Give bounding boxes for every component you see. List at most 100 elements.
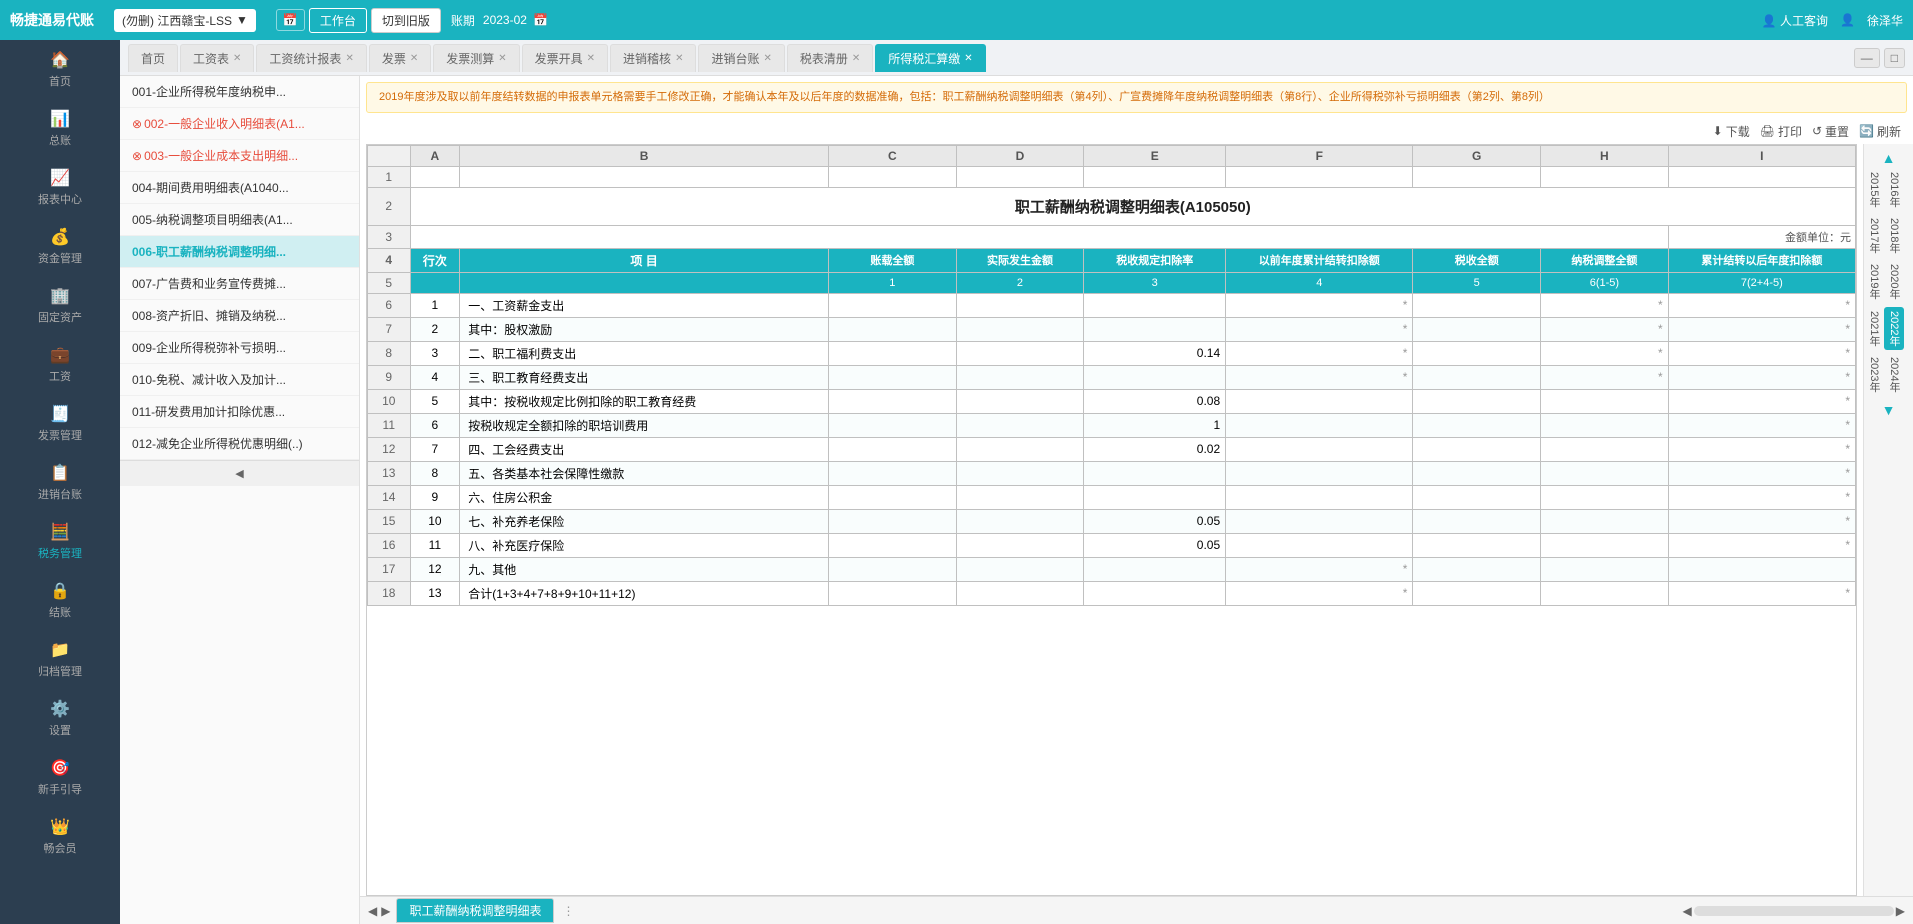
sub-sidebar-item-004[interactable]: 004-期间费用明细表(A1040... [120, 172, 359, 204]
cell-d1[interactable] [956, 166, 1084, 187]
cell-item-2[interactable]: 其中：股权激励 [460, 317, 829, 341]
cell-d5[interactable] [956, 389, 1084, 413]
cell-h8[interactable] [1541, 461, 1669, 485]
tab-close-invoice_open[interactable]: ✕ [587, 53, 595, 64]
cell-line-7[interactable]: 7 [410, 437, 460, 461]
cell-line-8[interactable]: 8 [410, 461, 460, 485]
cell-h11[interactable] [1541, 533, 1669, 557]
year-nav-item-2016[interactable]: 2016年 [1884, 168, 1904, 211]
sheet-container[interactable]: A B C D E F G H I [366, 144, 1857, 897]
cell-e1[interactable] [1084, 293, 1226, 317]
download-button[interactable]: ⬇ 下载 [1713, 123, 1750, 140]
sheet-next-btn[interactable]: ▶ [381, 904, 390, 918]
cell-i2[interactable]: * [1668, 317, 1855, 341]
cell-g1[interactable] [1413, 293, 1541, 317]
cell-g7[interactable] [1413, 437, 1541, 461]
sub-sidebar-item-005[interactable]: 005-纳税调整项目明细表(A1... [120, 204, 359, 236]
cell-d4[interactable] [956, 365, 1084, 389]
sub-sidebar-item-002[interactable]: ⊗002-一般企业收入明细表(A1... [120, 108, 359, 140]
sidebar-item-fixed_assets[interactable]: 🏢固定资产 [0, 276, 120, 335]
tab-tax_clear[interactable]: 税表清册✕ [787, 44, 873, 72]
cell-i8[interactable]: * [1668, 461, 1855, 485]
year-nav-item-2022[interactable]: 2022年 [1884, 307, 1904, 350]
cell-c12[interactable] [829, 557, 957, 581]
sub-sidebar-item-007[interactable]: 007-广告费和业务宣传费摊... [120, 268, 359, 300]
tab-invoice[interactable]: 发票✕ [369, 44, 431, 72]
cell-e2[interactable] [1084, 317, 1226, 341]
workbench-button[interactable]: 工作台 [309, 8, 367, 33]
cell-h10[interactable] [1541, 509, 1669, 533]
cell-c1[interactable] [829, 293, 957, 317]
cell-e11[interactable]: 0.05 [1084, 533, 1226, 557]
cell-i1[interactable]: * [1668, 293, 1855, 317]
cell-i3[interactable]: * [1668, 341, 1855, 365]
refresh-button[interactable]: 🔄 刷新 [1859, 123, 1901, 140]
cell-item-7[interactable]: 四、工会经费支出 [460, 437, 829, 461]
cell-h12[interactable] [1541, 557, 1669, 581]
cell-item-4[interactable]: 三、职工教育经费支出 [460, 365, 829, 389]
cell-d9[interactable] [956, 485, 1084, 509]
cell-h5[interactable] [1541, 389, 1669, 413]
tab-close-payroll[interactable]: ✕ [233, 53, 241, 64]
sidebar-item-tax_mgmt[interactable]: 🧮税务管理 [0, 512, 120, 571]
cell-f11[interactable] [1226, 533, 1413, 557]
cell-i1[interactable] [1668, 166, 1855, 187]
cell-e5[interactable]: 0.08 [1084, 389, 1226, 413]
year-nav-item-2020[interactable]: 2020年 [1884, 260, 1904, 303]
cell-d13[interactable] [956, 581, 1084, 605]
cell-g5[interactable] [1413, 389, 1541, 413]
cell-g4[interactable] [1413, 365, 1541, 389]
calendar-btn[interactable]: 📅 [276, 9, 305, 31]
tab-payroll[interactable]: 工资表✕ [180, 44, 254, 72]
cell-c6[interactable] [829, 413, 957, 437]
cell-line-13[interactable]: 13 [410, 581, 460, 605]
collapse-btn[interactable]: ◀ [120, 460, 359, 486]
sub-sidebar-item-003[interactable]: ⊗003-一般企业成本支出明细... [120, 140, 359, 172]
tab-close-invoice[interactable]: ✕ [410, 53, 418, 64]
cell-f6[interactable] [1226, 413, 1413, 437]
year-nav-item-2017[interactable]: 2017年 [1864, 214, 1884, 257]
sub-sidebar-item-012[interactable]: 012-减免企业所得税优惠明细(..) [120, 428, 359, 460]
sidebar-item-capital_mgmt[interactable]: 💰资金管理 [0, 217, 120, 276]
year-nav-item-2015[interactable]: 2015年 [1864, 168, 1884, 211]
cell-line-6[interactable]: 6 [410, 413, 460, 437]
cell-item-13[interactable]: 合计(1+3+4+7+8+9+10+11+12) [460, 581, 829, 605]
sidebar-item-closing[interactable]: 🔒结账 [0, 571, 120, 630]
sidebar-item-payroll[interactable]: 💼工资 [0, 335, 120, 394]
tab-close-payroll_stat[interactable]: ✕ [345, 53, 353, 64]
sheet-options-btn[interactable]: ⋮ [562, 904, 574, 918]
cell-c7[interactable] [829, 437, 957, 461]
cell-e4[interactable] [1084, 365, 1226, 389]
year-nav-up[interactable]: ▲ [1880, 148, 1898, 168]
cell-d7[interactable] [956, 437, 1084, 461]
tab-payroll_stat[interactable]: 工资统计报表✕ [256, 44, 366, 72]
cell-i5[interactable]: * [1668, 389, 1855, 413]
cell-c3[interactable] [829, 341, 957, 365]
cell-e13[interactable] [1084, 581, 1226, 605]
cell-d10[interactable] [956, 509, 1084, 533]
sub-sidebar-item-009[interactable]: 009-企业所得税弥补亏损明... [120, 332, 359, 364]
sidebar-item-sales_ledger[interactable]: 📋进销台账 [0, 453, 120, 512]
tab-close-input_ledger[interactable]: ✕ [763, 53, 771, 64]
cell-h7[interactable] [1541, 437, 1669, 461]
tab-home[interactable]: 首页 [128, 44, 178, 72]
cell-f7[interactable] [1226, 437, 1413, 461]
cell-c4[interactable] [829, 365, 957, 389]
cell-h4[interactable]: * [1541, 365, 1669, 389]
sidebar-item-newbie[interactable]: 🎯新手引导 [0, 748, 120, 807]
cell-h1[interactable]: * [1541, 293, 1669, 317]
tab-close-invoice_calc[interactable]: ✕ [498, 53, 506, 64]
tab-invoice_open[interactable]: 发票开具✕ [522, 44, 608, 72]
cell-line-11[interactable]: 11 [410, 533, 460, 557]
cell-item-10[interactable]: 七、补充养老保险 [460, 509, 829, 533]
cell-i9[interactable]: * [1668, 485, 1855, 509]
sidebar-item-report_center[interactable]: 📈报表中心 [0, 158, 120, 217]
cell-f13[interactable]: * [1226, 581, 1413, 605]
cell-g2[interactable] [1413, 317, 1541, 341]
cell-g8[interactable] [1413, 461, 1541, 485]
cell-g11[interactable] [1413, 533, 1541, 557]
tab-invoice_calc[interactable]: 发票测算✕ [433, 44, 519, 72]
sidebar-item-invoice_mgmt[interactable]: 🧾发票管理 [0, 394, 120, 453]
year-nav-item-2018[interactable]: 2018年 [1884, 214, 1904, 257]
sheet-scroll-left[interactable]: ◀ [1683, 904, 1692, 918]
